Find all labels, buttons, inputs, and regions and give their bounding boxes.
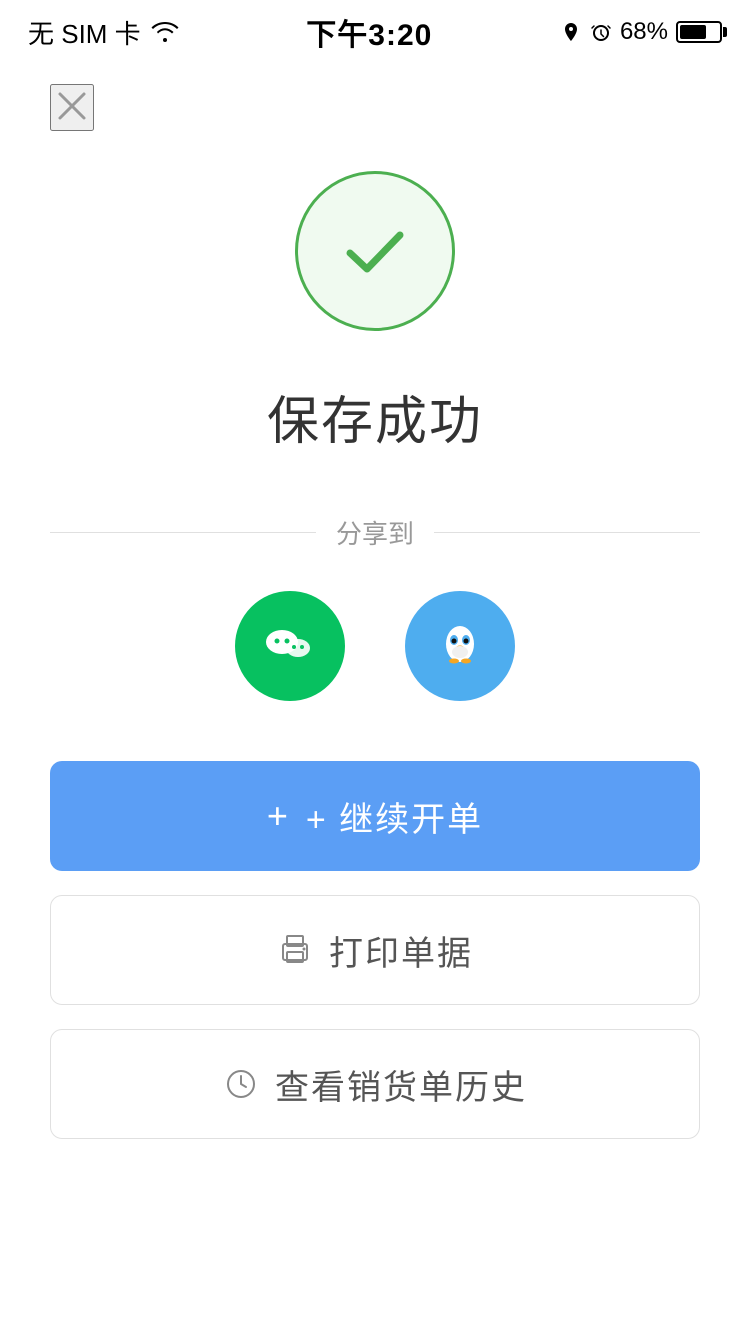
qq-icon (428, 614, 492, 678)
status-carrier: 无 SIM 卡 (28, 14, 179, 51)
history-label: 查看销货单历史 (275, 1060, 527, 1109)
wechat-icon (258, 614, 322, 678)
print-label: 打印单据 (329, 926, 473, 975)
wechat-share-button[interactable] (235, 591, 345, 701)
location-icon (560, 21, 582, 43)
checkmark-icon (335, 211, 415, 291)
battery-icon (676, 21, 722, 43)
share-label: 分享到 (336, 514, 414, 551)
history-button[interactable]: 查看销货单历史 (50, 1029, 700, 1139)
carrier-text: 无 SIM 卡 (28, 14, 141, 51)
print-button[interactable]: 打印单据 (50, 895, 700, 1005)
share-section: 分享到 (50, 514, 700, 701)
history-icon (223, 1066, 259, 1102)
wifi-icon (151, 22, 179, 42)
battery-percentage: 68% (620, 18, 668, 46)
status-time: 下午3:20 (306, 10, 432, 54)
share-divider: 分享到 (50, 514, 700, 551)
continue-order-button[interactable]: + + 继续开单 (50, 761, 700, 871)
success-title: 保存成功 (267, 379, 483, 454)
print-icon (277, 932, 313, 968)
action-buttons: + + 继续开单 打印单据 查看销货单历史 (50, 761, 700, 1139)
main-content: 保存成功 分享到 (0, 64, 750, 1179)
qq-share-button[interactable] (405, 591, 515, 701)
share-icons (50, 591, 700, 701)
success-circle (295, 171, 455, 331)
status-right: 68% (560, 18, 722, 46)
continue-order-label: + 继续开单 (306, 792, 483, 841)
status-bar: 无 SIM 卡 下午3:20 68% (0, 0, 750, 64)
close-button[interactable] (50, 84, 94, 131)
alarm-icon (590, 21, 612, 43)
plus-icon: + (267, 795, 290, 837)
